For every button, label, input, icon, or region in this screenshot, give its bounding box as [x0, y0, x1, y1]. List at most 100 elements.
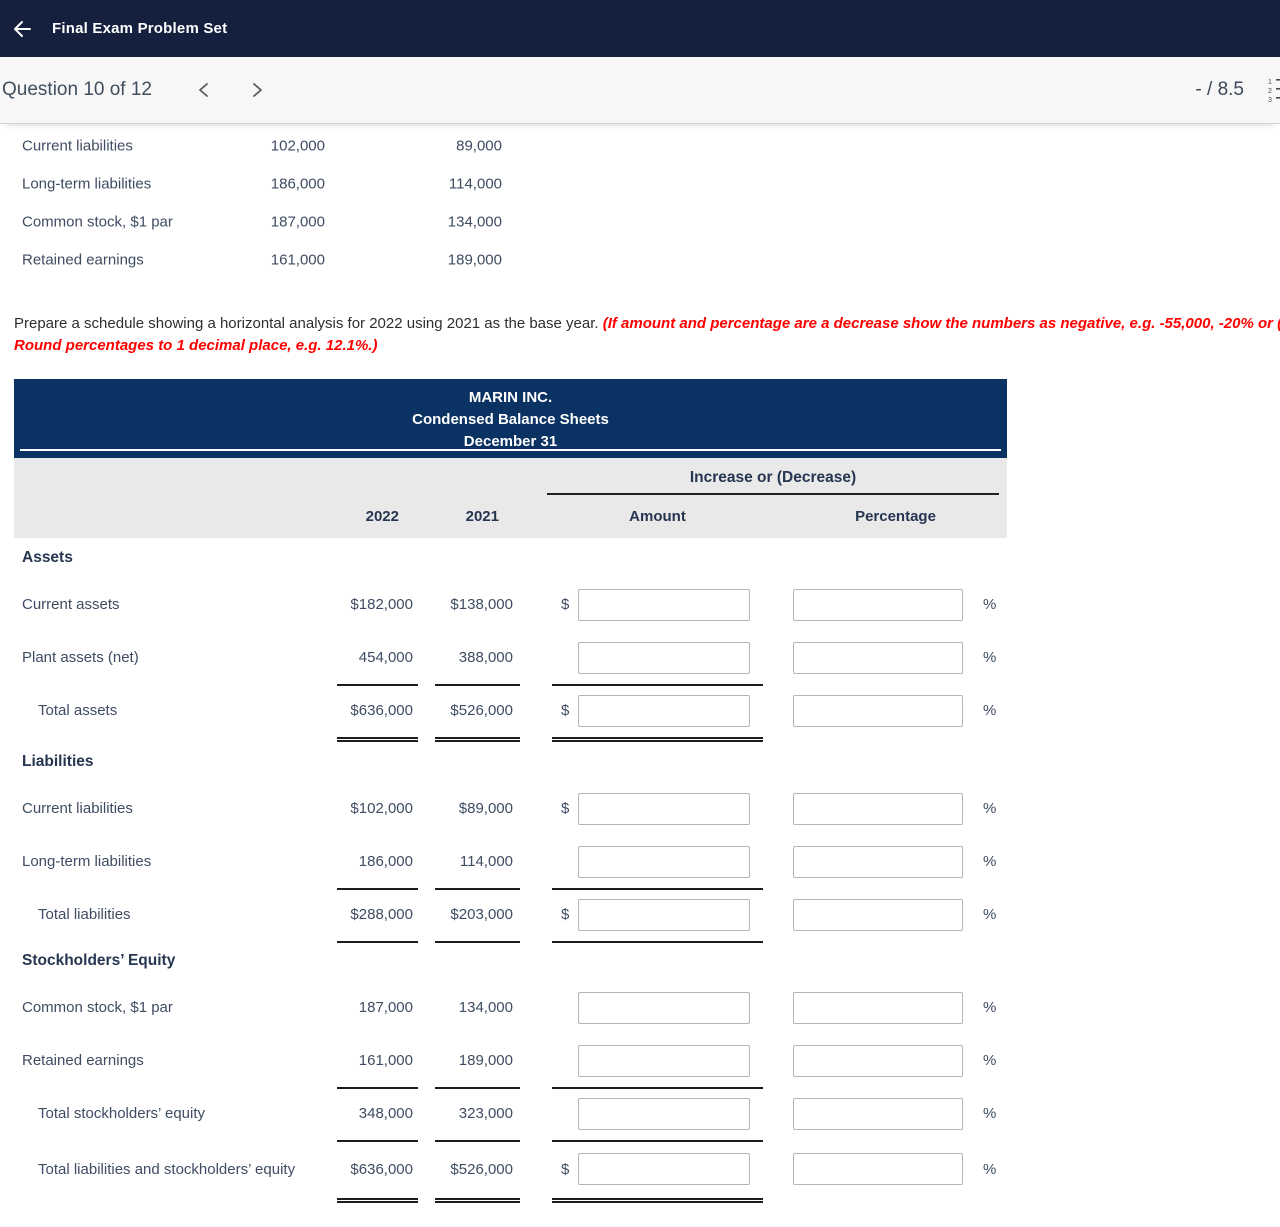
table-row: Plant assets (net) 454,000 388,000% — [14, 631, 1007, 684]
given-row-label: Current liabilities — [22, 137, 133, 155]
col-header-2021: 2021 — [465, 507, 499, 525]
amount-input[interactable] — [578, 588, 750, 621]
table-row: Total assets $636,000 $526,000 $% — [14, 684, 1007, 737]
percentage-input[interactable] — [793, 1044, 963, 1077]
amount-input[interactable] — [578, 1044, 750, 1077]
table-body: Assets Current assets $182,000 $138,000 $% Pl… — [14, 538, 1007, 1203]
percentage-input[interactable] — [793, 588, 963, 621]
percentage-input[interactable] — [793, 792, 963, 825]
percentage-cell — [793, 588, 963, 621]
amount-cell: $ — [552, 694, 763, 727]
back-arrow-icon[interactable] — [8, 15, 36, 43]
dollar-sign: $ — [561, 800, 570, 817]
value-2022: $636,000 — [350, 702, 413, 719]
percentage-input[interactable] — [793, 1097, 963, 1130]
table-row: Current liabilities $102,000 $89,000 $% — [14, 782, 1007, 835]
question-counter: Question 10 of 12 — [2, 79, 152, 100]
section-header-row: Stockholders’ Equity — [14, 941, 1007, 981]
value-2022: $636,000 — [350, 1160, 413, 1178]
col-header-amount: Amount — [629, 507, 686, 525]
assignment-title: Final Exam Problem Set — [52, 20, 228, 37]
percent-sign: % — [983, 853, 997, 870]
percentage-input[interactable] — [793, 694, 963, 727]
rule-2021 — [435, 941, 520, 943]
question-list-icon[interactable]: 1 2 3 — [1268, 77, 1280, 103]
amount-input[interactable] — [578, 641, 750, 674]
row-label: Plant assets (net) — [22, 649, 139, 666]
amount-cell: $ — [552, 898, 763, 931]
rule-amount — [552, 941, 763, 943]
value-2021: 323,000 — [458, 1105, 513, 1122]
percentage-cell — [793, 991, 963, 1024]
given-table-row: Retained earnings 161,000 189,000 — [0, 241, 1280, 279]
next-question-icon[interactable] — [248, 81, 266, 99]
col-header-percentage: Percentage — [855, 507, 936, 525]
percentage-cell — [793, 641, 963, 674]
value-2022: $102,000 — [350, 800, 413, 817]
table-row: Total liabilities $288,000 $203,000 $% — [14, 888, 1007, 941]
rule-2021 — [435, 737, 520, 742]
percent-sign: % — [983, 1105, 997, 1122]
amount-input[interactable] — [578, 991, 750, 1024]
prev-question-icon[interactable] — [194, 81, 212, 99]
percentage-input[interactable] — [793, 845, 963, 878]
given-value-2022: 186,000 — [270, 175, 325, 193]
instruction-line-2: Round percentages to 1 decimal place, e.… — [14, 337, 378, 354]
value-2022: 348,000 — [358, 1105, 413, 1122]
row-label: Total liabilities and stockholders’ equi… — [38, 1160, 296, 1178]
column-header-band: Increase or (Decrease) 2022 2021 Amount … — [14, 458, 1007, 538]
given-row-label: Long-term liabilities — [22, 175, 152, 193]
percentage-cell — [793, 1044, 963, 1077]
value-2022: 187,000 — [358, 999, 413, 1016]
amount-input[interactable] — [578, 1097, 750, 1130]
dollar-sign: $ — [561, 702, 570, 719]
svg-text:1: 1 — [1268, 79, 1272, 86]
given-table-row: Long-term liabilities 186,000 114,000 — [0, 165, 1280, 203]
given-data-table: Current liabilities 102,000 89,000 Long-ter… — [0, 127, 1280, 279]
amount-input[interactable] — [578, 694, 750, 727]
section-header-label: Liabilities — [22, 753, 94, 770]
percentage-input[interactable] — [793, 1153, 963, 1185]
amount-input[interactable] — [578, 845, 750, 878]
percentage-input[interactable] — [793, 641, 963, 674]
rule-2021 — [435, 1140, 520, 1142]
section-header-row: Assets — [14, 538, 1007, 578]
percentage-input[interactable] — [793, 898, 963, 931]
percent-sign: % — [983, 596, 997, 613]
value-2021: $138,000 — [450, 596, 513, 613]
rule-2022 — [337, 941, 418, 943]
row-label: Current assets — [22, 596, 120, 613]
row-label: Current liabilities — [22, 800, 133, 817]
percentage-cell — [793, 792, 963, 825]
given-table-row: Current liabilities 102,000 89,000 — [0, 127, 1280, 165]
given-value-2021: 189,000 — [447, 251, 502, 269]
given-value-2022: 187,000 — [270, 213, 325, 231]
rule-2021 — [435, 1198, 520, 1203]
amount-cell: $ — [552, 1153, 763, 1185]
percentage-cell — [793, 1153, 963, 1185]
double-rule-row — [14, 1198, 1007, 1203]
rule-2021 — [435, 1087, 520, 1089]
row-label: Total liabilities — [38, 906, 131, 923]
amount-input[interactable] — [578, 898, 750, 931]
app-bar: Final Exam Problem Set — [0, 0, 1280, 57]
instruction-line-1: Prepare a schedule showing a horizontal … — [14, 313, 1280, 335]
score-display: - / 8.5 — [1195, 79, 1244, 100]
table-row: Common stock, $1 par 187,000 134,000% — [14, 981, 1007, 1034]
value-2022: $288,000 — [350, 906, 413, 923]
rule-2021 — [435, 684, 520, 686]
amount-cell — [552, 845, 763, 878]
amount-input[interactable] — [578, 792, 750, 825]
row-label: Total stockholders’ equity — [38, 1105, 206, 1122]
instructions: Prepare a schedule showing a horizontal … — [14, 313, 1280, 357]
percentage-input[interactable] — [793, 991, 963, 1024]
given-value-2022: 161,000 — [270, 251, 325, 269]
table-title-banner: MARIN INC. Condensed Balance Sheets Dece… — [14, 379, 1007, 458]
amount-input[interactable] — [578, 1153, 750, 1185]
row-label: Common stock, $1 par — [22, 999, 173, 1016]
instruction-red-text: (If amount and percentage are a decrease… — [602, 315, 1280, 332]
amount-cell — [552, 1097, 763, 1130]
dollar-sign: $ — [561, 906, 570, 923]
value-2022: 161,000 — [358, 1052, 413, 1069]
rule-amount — [552, 888, 763, 890]
